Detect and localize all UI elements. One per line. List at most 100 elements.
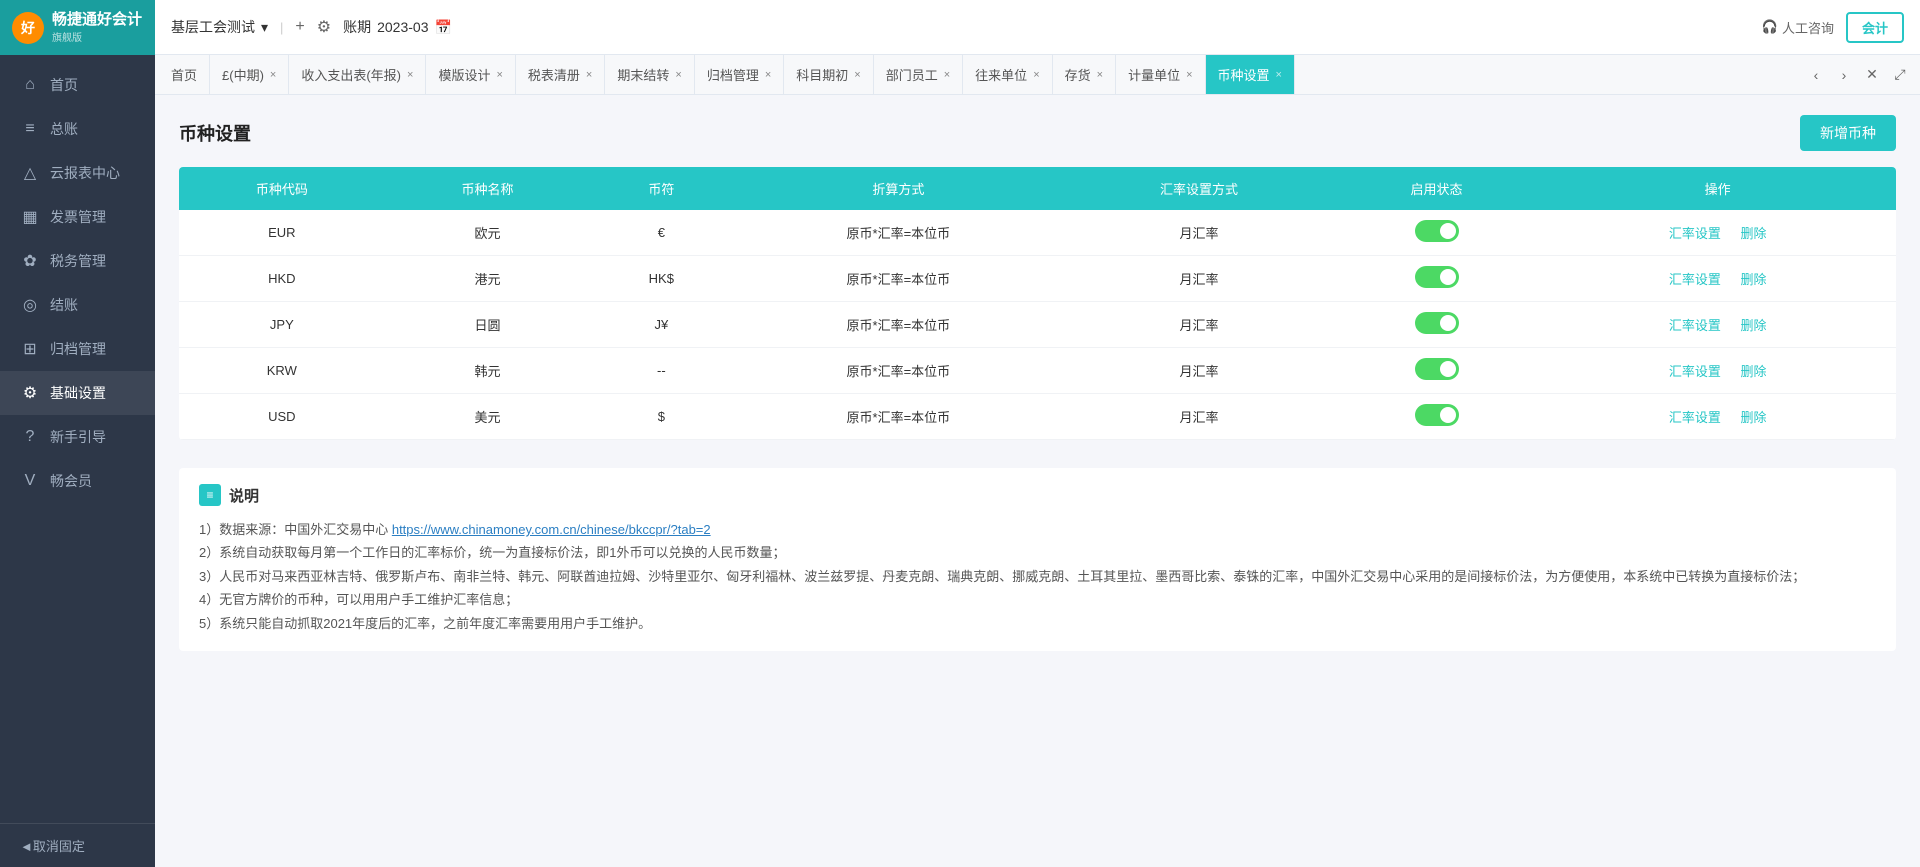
sidebar-item-tax[interactable]: ✿ 税务管理 bbox=[0, 239, 155, 283]
tab-archive[interactable]: 归档管理 × bbox=[695, 55, 784, 95]
tab-units[interactable]: 计量单位× bbox=[1116, 55, 1205, 95]
table-header-row: 币种代码币种名称币符折算方式汇率设置方式启用状态操作 bbox=[179, 167, 1896, 210]
settings-icon[interactable]: ⚙ bbox=[317, 17, 331, 37]
period-selector[interactable]: 账期 2023-03 📅 bbox=[343, 17, 452, 37]
table-body: EUR 欧元 € 原币*汇率=本位币 月汇率 汇率设置 删除 HKD 港元 HK… bbox=[179, 210, 1896, 440]
cell-method-2: 原币*汇率=本位币 bbox=[732, 302, 1064, 348]
sidebar-item-vip[interactable]: V 畅会员 bbox=[0, 459, 155, 503]
tab-inventory[interactable]: 存货 × bbox=[1053, 55, 1116, 95]
tab-close-department[interactable]: × bbox=[944, 69, 950, 81]
sidebar-label-invoice: 发票管理 bbox=[50, 207, 106, 227]
tab-prev-button[interactable]: ‹ bbox=[1804, 63, 1828, 87]
tab-close-balance[interactable]: × bbox=[270, 69, 276, 81]
rate-setting-link-2[interactable]: 汇率设置 bbox=[1669, 318, 1721, 333]
tab-close-tax[interactable]: × bbox=[586, 69, 592, 81]
sidebar-item-invoice[interactable]: ▦ 发票管理 bbox=[0, 195, 155, 239]
sidebar-item-archive[interactable]: ⊞ 归档管理 bbox=[0, 327, 155, 371]
sidebar: 好 畅捷通好会计 旗舰版 ⌂ 首页 ≡ 总账 △ 云报表中心 ▦ 发票管理 ✿ … bbox=[0, 0, 155, 867]
rate-setting-link-0[interactable]: 汇率设置 bbox=[1669, 226, 1721, 241]
service-button[interactable]: 🎧 人工咨询 bbox=[1762, 18, 1834, 37]
tab-tax[interactable]: 税表清册× bbox=[516, 55, 605, 95]
sidebar-icon-invoice: ▦ bbox=[20, 207, 40, 227]
cell-rate-method-4: 月汇率 bbox=[1064, 394, 1333, 440]
tab-period-end[interactable]: 期末结转× bbox=[605, 55, 694, 95]
table-row: JPY 日圆 J¥ 原币*汇率=本位币 月汇率 汇率设置 删除 bbox=[179, 302, 1896, 348]
sidebar-item-guide[interactable]: ? 新手引导 bbox=[0, 415, 155, 459]
sidebar-toggle-pin[interactable]: ◄取消固定 bbox=[0, 823, 155, 867]
rate-setting-link-4[interactable]: 汇率设置 bbox=[1669, 410, 1721, 425]
tab-close-period-end[interactable]: × bbox=[675, 69, 681, 81]
cell-actions-2: 汇率设置 删除 bbox=[1539, 302, 1896, 348]
sidebar-nav: ⌂ 首页 ≡ 总账 △ 云报表中心 ▦ 发票管理 ✿ 税务管理 ◎ 结账 ⊞ 归… bbox=[0, 55, 155, 823]
add-tab-icon[interactable]: + bbox=[295, 18, 304, 36]
sidebar-label-settle: 结账 bbox=[50, 295, 78, 315]
tab-label-subjects: 科目期初 bbox=[796, 65, 848, 84]
project-selector[interactable]: 基层工会测试 ▾ bbox=[171, 17, 268, 37]
tab-close-partners[interactable]: × bbox=[1033, 69, 1039, 81]
tab-expand-button[interactable]: ⤢ bbox=[1888, 63, 1912, 87]
toggle-0[interactable] bbox=[1415, 220, 1459, 242]
delete-link-0[interactable]: 删除 bbox=[1741, 226, 1767, 241]
tab-balance[interactable]: £(中期)× bbox=[210, 55, 289, 95]
tab-currency[interactable]: 币种设置× bbox=[1206, 55, 1295, 95]
sidebar-label-tax: 税务管理 bbox=[50, 251, 106, 271]
delete-link-4[interactable]: 删除 bbox=[1741, 410, 1767, 425]
sidebar-item-settle[interactable]: ◎ 结账 bbox=[0, 283, 155, 327]
tab-close-archive[interactable]: × bbox=[765, 69, 771, 81]
toggle-1[interactable] bbox=[1415, 266, 1459, 288]
cell-rate-method-3: 月汇率 bbox=[1064, 348, 1333, 394]
tab-close-units[interactable]: × bbox=[1186, 69, 1192, 81]
th-启用状态: 启用状态 bbox=[1334, 167, 1540, 210]
delete-link-2[interactable]: 删除 bbox=[1741, 318, 1767, 333]
th-币种代码: 币种代码 bbox=[179, 167, 385, 210]
delete-link-1[interactable]: 删除 bbox=[1741, 272, 1767, 287]
cell-actions-4: 汇率设置 删除 bbox=[1539, 394, 1896, 440]
tab-close-subjects[interactable]: × bbox=[854, 69, 860, 81]
cell-enabled-2 bbox=[1334, 302, 1540, 348]
sidebar-item-ledger[interactable]: ≡ 总账 bbox=[0, 107, 155, 151]
cell-code-1: HKD bbox=[179, 256, 385, 302]
toggle-2[interactable] bbox=[1415, 312, 1459, 334]
rate-setting-link-1[interactable]: 汇率设置 bbox=[1669, 272, 1721, 287]
note-icon: ≡ bbox=[199, 484, 221, 506]
topbar-sep: | bbox=[280, 20, 283, 35]
table-row: KRW 韩元 -- 原币*汇率=本位币 月汇率 汇率设置 删除 bbox=[179, 348, 1896, 394]
cell-code-3: KRW bbox=[179, 348, 385, 394]
rate-setting-link-3[interactable]: 汇率设置 bbox=[1669, 364, 1721, 379]
tab-subjects[interactable]: 科目期初 × bbox=[784, 55, 873, 95]
tab-partners[interactable]: 往来单位× bbox=[963, 55, 1052, 95]
tab-label-archive: 归档管理 bbox=[707, 65, 759, 84]
period-value: 2023-03 bbox=[377, 19, 428, 35]
tab-next-button[interactable]: › bbox=[1832, 63, 1856, 87]
tab-close-inventory[interactable]: × bbox=[1097, 69, 1103, 81]
tab-close-all-button[interactable]: ✕ bbox=[1860, 63, 1884, 87]
toggle-4[interactable] bbox=[1415, 404, 1459, 426]
delete-link-3[interactable]: 删除 bbox=[1741, 364, 1767, 379]
tab-department[interactable]: 部门员工× bbox=[874, 55, 963, 95]
tab-close-currency[interactable]: × bbox=[1276, 69, 1282, 81]
sidebar-label-ledger: 总账 bbox=[50, 119, 78, 139]
sidebar-label-reports: 云报表中心 bbox=[50, 163, 120, 183]
new-currency-button[interactable]: 新增币种 bbox=[1800, 115, 1896, 151]
tab-home[interactable]: 首页 bbox=[159, 55, 210, 95]
sidebar-item-home[interactable]: ⌂ 首页 bbox=[0, 63, 155, 107]
tab-label-inventory: 存货 bbox=[1065, 65, 1091, 84]
table-row: USD 美元 $ 原币*汇率=本位币 月汇率 汇率设置 删除 bbox=[179, 394, 1896, 440]
note-link[interactable]: https://www.chinamoney.com.cn/chinese/bk… bbox=[392, 522, 711, 537]
sidebar-label-archive: 归档管理 bbox=[50, 339, 106, 359]
toggle-3[interactable] bbox=[1415, 358, 1459, 380]
sidebar-item-reports[interactable]: △ 云报表中心 bbox=[0, 151, 155, 195]
logo-icon: 好 bbox=[12, 12, 44, 44]
sidebar-item-settings[interactable]: ⚙ 基础设置 bbox=[0, 371, 155, 415]
tab-close-income[interactable]: × bbox=[407, 69, 413, 81]
cell-enabled-3 bbox=[1334, 348, 1540, 394]
table-row: HKD 港元 HK$ 原币*汇率=本位币 月汇率 汇率设置 删除 bbox=[179, 256, 1896, 302]
tab-controls: ‹ › ✕ ⤢ bbox=[1804, 63, 1916, 87]
tab-income[interactable]: 收入支出表(年报)× bbox=[289, 55, 426, 95]
tab-template[interactable]: 模版设计× bbox=[426, 55, 515, 95]
sidebar-label-vip: 畅会员 bbox=[50, 471, 92, 491]
cell-actions-1: 汇率设置 删除 bbox=[1539, 256, 1896, 302]
cell-method-3: 原币*汇率=本位币 bbox=[732, 348, 1064, 394]
tab-close-template[interactable]: × bbox=[496, 69, 502, 81]
kuaiji-button[interactable]: 会计 bbox=[1846, 12, 1904, 43]
